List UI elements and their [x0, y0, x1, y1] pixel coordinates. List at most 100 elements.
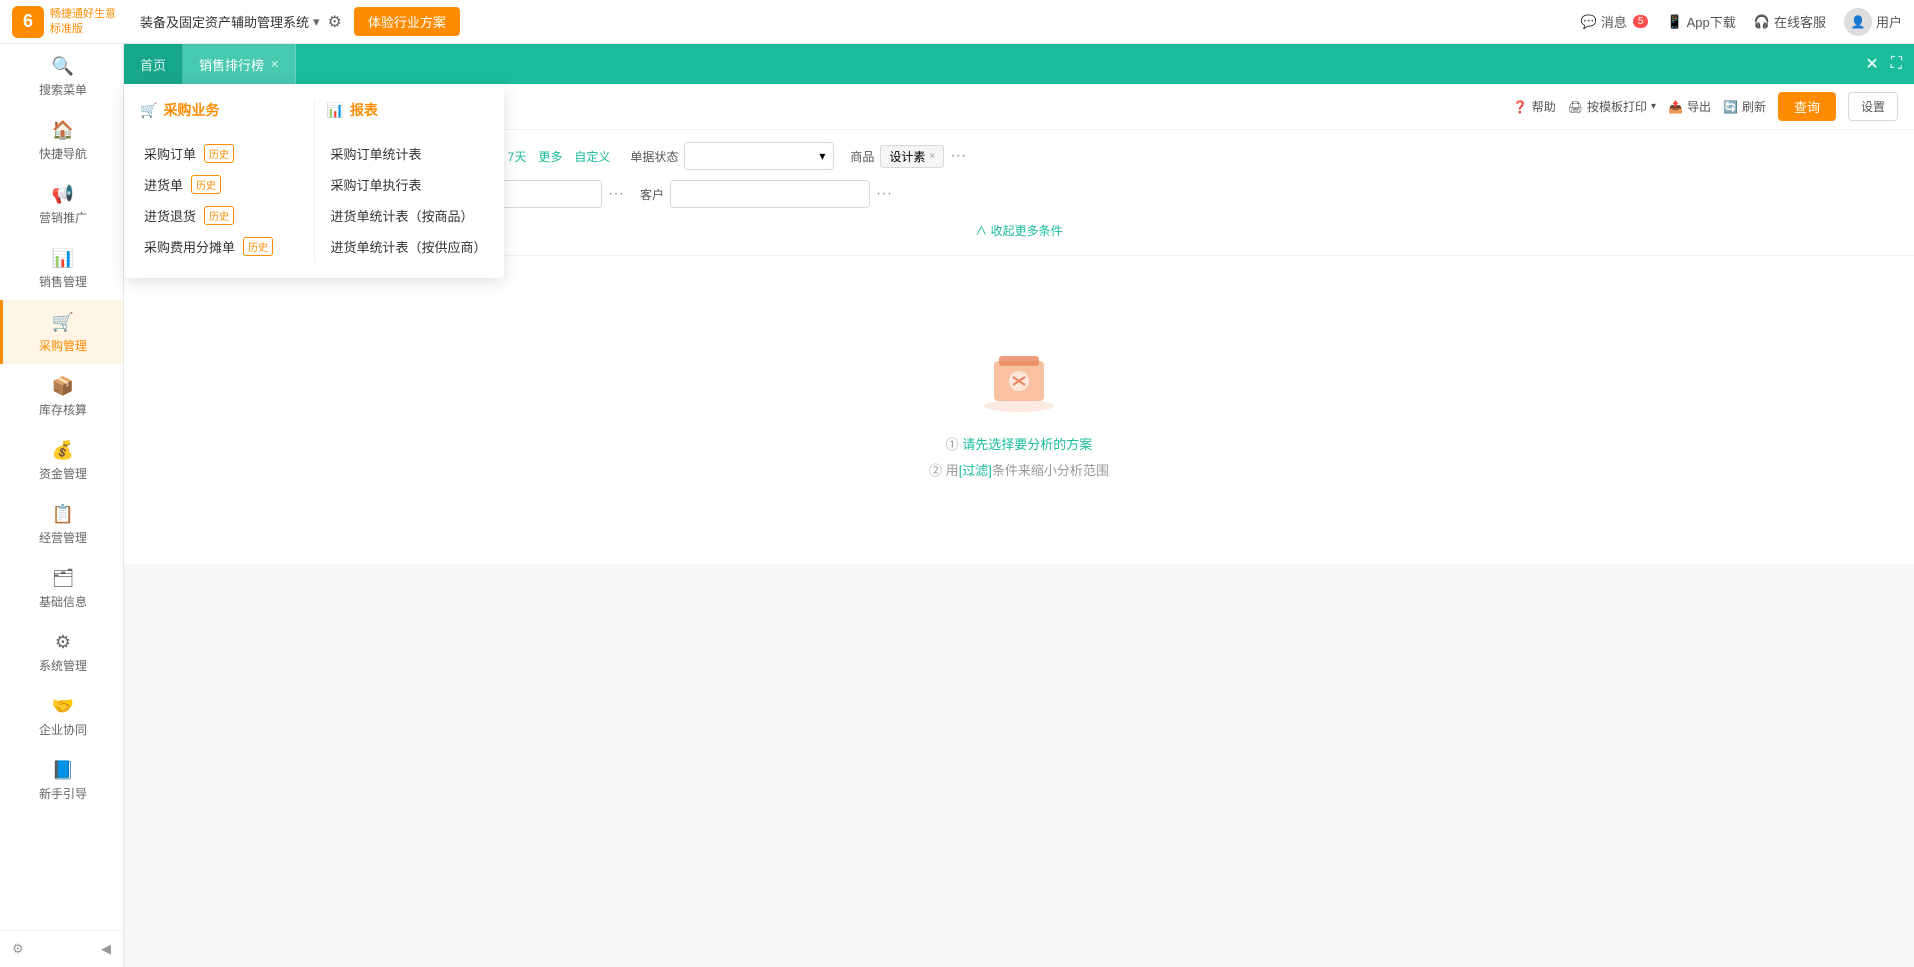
quick-custom[interactable]: 自定义 [570, 146, 614, 167]
message-badge: 5 [1633, 15, 1649, 28]
message-btn[interactable]: 💬 消息 5 [1581, 12, 1649, 31]
goods-label: 商品 [850, 148, 874, 165]
dropdown-return[interactable]: 进货退货 历史 [140, 200, 302, 231]
sidebar-item-marketing[interactable]: 📢 营销推广 [0, 172, 123, 236]
sidebar-item-guide[interactable]: 📘 新手引导 [0, 748, 123, 812]
doc-status-filter: 单据状态 ▾ [630, 142, 834, 170]
purchase-section-icon: 🛒 [140, 102, 157, 119]
goods-tag-close[interactable]: × [929, 151, 935, 162]
dropdown-purchase-title: 🛒 采购业务 [140, 100, 302, 126]
print-icon: 🖨 [1568, 100, 1583, 114]
settings-icon[interactable]: ⚙ [328, 12, 342, 32]
tabbar-expand-icon[interactable]: ⛶ [1891, 55, 1902, 73]
guide-icon: 📘 [52, 760, 74, 781]
sidebar-item-enterprise[interactable]: 🤝 企业协同 [0, 684, 123, 748]
tabbar-close-icon[interactable]: ✕ [1865, 54, 1878, 74]
settings-btn[interactable]: 设置 [1848, 92, 1898, 121]
sidebar-item-inventory[interactable]: 📦 库存核算 [0, 364, 123, 428]
basic-icon: 🗂 [52, 568, 75, 589]
logo-icon: 6 [12, 6, 44, 38]
sidebar-settings-icon[interactable]: ⚙ [12, 941, 24, 957]
return-badge: 历史 [204, 206, 234, 225]
empty-hint-1: ① 请先选择要分析的方案 [946, 432, 1093, 458]
dropdown-report-title: 📊 报表 [327, 100, 489, 126]
sales-icon: 📊 [52, 248, 74, 269]
dropdown-divider [314, 100, 315, 262]
system-title: 装备及固定资产辅助管理系统 [140, 12, 309, 31]
home-icon: 🏠 [52, 120, 74, 141]
online-service-btn[interactable]: 🎧 在线客服 [1754, 12, 1826, 31]
query-btn[interactable]: 查询 [1778, 92, 1836, 121]
avatar: 👤 [1844, 8, 1872, 36]
system-dropdown-icon[interactable]: ▾ [313, 14, 320, 30]
dropdown-purchase-order[interactable]: 采购订单 历史 [140, 138, 302, 169]
topbar-right: 💬 消息 5 📱 App下载 🎧 在线客服 👤 用户 [1581, 8, 1902, 36]
dropdown-section-purchase: 🛒 采购业务 采购订单 历史 进货单 历史 进货退货 历史 采购费用分摊单 历史 [140, 100, 302, 262]
inventory-icon: 📦 [52, 376, 74, 397]
goods-tag: 设计素 × [880, 145, 944, 168]
sidebar-item-sales[interactable]: 📊 销售管理 [0, 236, 123, 300]
dropdown-incoming-by-goods[interactable]: 进货单统计表（按商品） [327, 200, 489, 231]
help-btn[interactable]: ❓ 帮助 [1513, 98, 1556, 115]
enterprise-icon: 🤝 [52, 696, 74, 717]
dropdown-purchase-order-exec[interactable]: 采购订单执行表 [327, 169, 489, 200]
dropdown-section-report: 📊 报表 采购订单统计表 采购订单执行表 进货单统计表（按商品） 进货单统计表（… [327, 100, 489, 262]
sidebar-item-operations[interactable]: 📋 经营管理 [0, 492, 123, 556]
dropdown-incoming-by-supplier[interactable]: 进货单统计表（按供应商） [327, 231, 489, 262]
dropdown-purchase-order-stat[interactable]: 采购订单统计表 [327, 138, 489, 169]
customer-label: 客户 [640, 186, 664, 203]
operations-icon: 📋 [52, 504, 74, 525]
print-dropdown-icon[interactable]: ▾ [1651, 101, 1656, 112]
tab-close-icon[interactable]: ✕ [270, 58, 279, 71]
empty-hint-2: ② 用[过滤]条件来缩小分析范围 [929, 458, 1109, 484]
industry-btn[interactable]: 体验行业方案 [354, 7, 460, 36]
dropdown-expense[interactable]: 采购费用分摊单 历史 [140, 231, 302, 262]
export-icon: 📤 [1668, 100, 1683, 114]
goods-filter: 商品 设计素 × ··· [850, 145, 966, 168]
quick-more[interactable]: 更多 [534, 146, 566, 167]
user-btn[interactable]: 👤 用户 [1844, 8, 1902, 36]
doc-status-label: 单据状态 [630, 148, 678, 165]
purchase-dropdown: 🛒 采购业务 采购订单 历史 进货单 历史 进货退货 历史 采购费用分摊单 历史… [124, 84, 504, 278]
phone-icon: 📱 [1666, 14, 1682, 30]
customer-select[interactable] [670, 180, 870, 208]
tabbar: 首页 销售排行榜 ✕ ✕ ⛶ [124, 44, 1914, 84]
tab-sales-ranking[interactable]: 销售排行榜 ✕ [183, 44, 296, 84]
refresh-icon: 🔄 [1723, 100, 1738, 114]
refresh-btn[interactable]: 🔄 刷新 [1723, 98, 1766, 115]
message-icon: 💬 [1581, 14, 1597, 30]
salesman-more-btn[interactable]: ··· [608, 185, 624, 203]
print-btn[interactable]: 🖨 按模板打印 ▾ [1568, 98, 1656, 115]
sidebar-item-basic[interactable]: 🗂 基础信息 [0, 556, 123, 620]
quick-7days[interactable]: 7天 [504, 146, 531, 167]
sidebar-item-search[interactable]: 🔍 搜索菜单 [0, 44, 123, 108]
sidebar-item-system[interactable]: ⚙ 系统管理 [0, 620, 123, 684]
doc-status-select[interactable]: ▾ [684, 142, 834, 170]
tab-home[interactable]: 首页 [124, 44, 183, 84]
topbar: 6 畅捷通好生意 标准版 装备及固定资产辅助管理系统 ▾ ⚙ 体验行业方案 💬 … [0, 0, 1914, 44]
incoming-badge: 历史 [191, 175, 221, 194]
dropdown-incoming[interactable]: 进货单 历史 [140, 169, 302, 200]
logo-text: 畅捷通好生意 标准版 [50, 7, 116, 36]
export-btn[interactable]: 📤 导出 [1668, 98, 1711, 115]
sidebar-item-nav[interactable]: 🏠 快捷导航 [0, 108, 123, 172]
sidebar: 🔍 搜索菜单 🏠 快捷导航 📢 营销推广 📊 销售管理 🛒 采购管理 📦 库存核… [0, 44, 124, 967]
system-icon: ⚙ [55, 632, 71, 653]
sidebar-bottom: ⚙ ◀ [0, 930, 123, 967]
empty-illustration [969, 336, 1069, 416]
purchase-order-badge: 历史 [204, 144, 234, 163]
sidebar-item-purchase[interactable]: 🛒 采购管理 [0, 300, 123, 364]
report-section-icon: 📊 [327, 102, 344, 119]
headset-icon: 🎧 [1754, 14, 1770, 30]
empty-state: ① 请先选择要分析的方案 ② 用[过滤]条件来缩小分析范围 [124, 256, 1914, 564]
customer-more-btn[interactable]: ··· [876, 185, 892, 203]
logo: 6 畅捷通好生意 标准版 [12, 6, 132, 38]
sidebar-item-finance[interactable]: 💰 资金管理 [0, 428, 123, 492]
collapse-icon: ∧ [975, 224, 987, 238]
goods-more-btn[interactable]: ··· [950, 147, 966, 165]
sidebar-collapse-icon[interactable]: ◀ [101, 941, 111, 957]
app-download-btn[interactable]: 📱 App下载 [1666, 12, 1735, 31]
search-icon: 🔍 [52, 56, 74, 77]
marketing-icon: 📢 [52, 184, 74, 205]
purchase-icon: 🛒 [52, 312, 74, 333]
